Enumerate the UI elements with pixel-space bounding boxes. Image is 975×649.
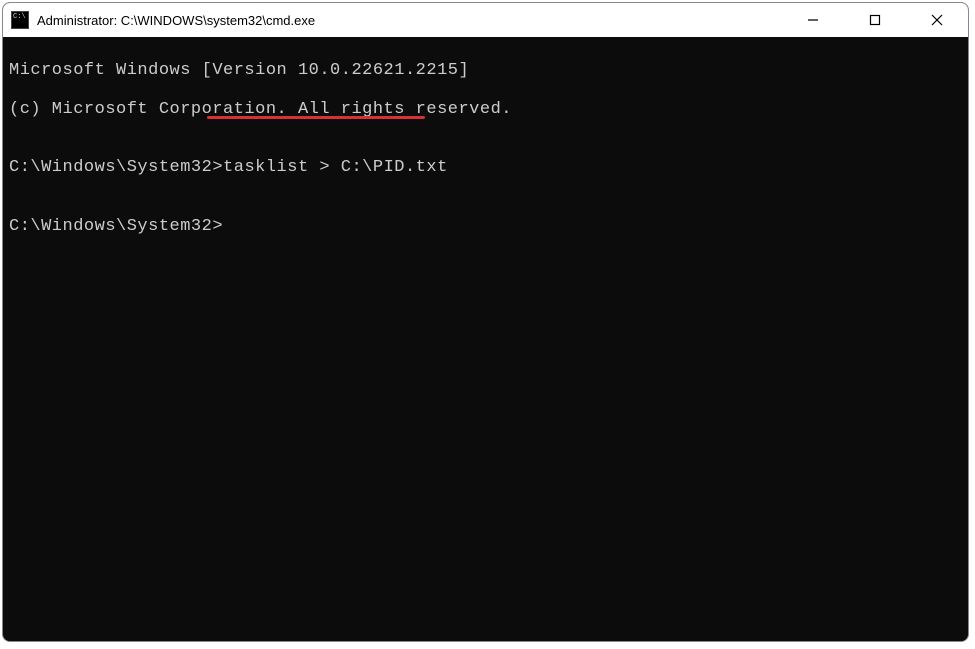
maximize-icon (869, 14, 881, 26)
terminal-prompt-line: C:\Windows\System32> (9, 217, 962, 237)
titlebar[interactable]: Administrator: C:\WINDOWS\system32\cmd.e… (3, 3, 968, 37)
cmd-window: Administrator: C:\WINDOWS\system32\cmd.e… (2, 2, 969, 642)
maximize-button[interactable] (844, 3, 906, 37)
cmd-icon (11, 11, 29, 29)
prompt-path: C:\Windows\System32> (9, 158, 223, 177)
prompt-path: C:\Windows\System32> (9, 217, 223, 236)
window-controls (782, 3, 968, 37)
red-underline-annotation (207, 116, 425, 119)
close-button[interactable] (906, 3, 968, 37)
close-icon (931, 14, 943, 26)
terminal-body[interactable]: Microsoft Windows [Version 10.0.22621.22… (3, 37, 968, 641)
prompt-command: tasklist > C:\PID.txt (223, 158, 448, 177)
terminal-output-line: (c) Microsoft Corporation. All rights re… (9, 100, 962, 120)
terminal-output-line: Microsoft Windows [Version 10.0.22621.22… (9, 61, 962, 81)
terminal-prompt-line: C:\Windows\System32>tasklist > C:\PID.tx… (9, 158, 962, 178)
minimize-button[interactable] (782, 3, 844, 37)
minimize-icon (807, 14, 819, 26)
window-title: Administrator: C:\WINDOWS\system32\cmd.e… (37, 13, 782, 28)
